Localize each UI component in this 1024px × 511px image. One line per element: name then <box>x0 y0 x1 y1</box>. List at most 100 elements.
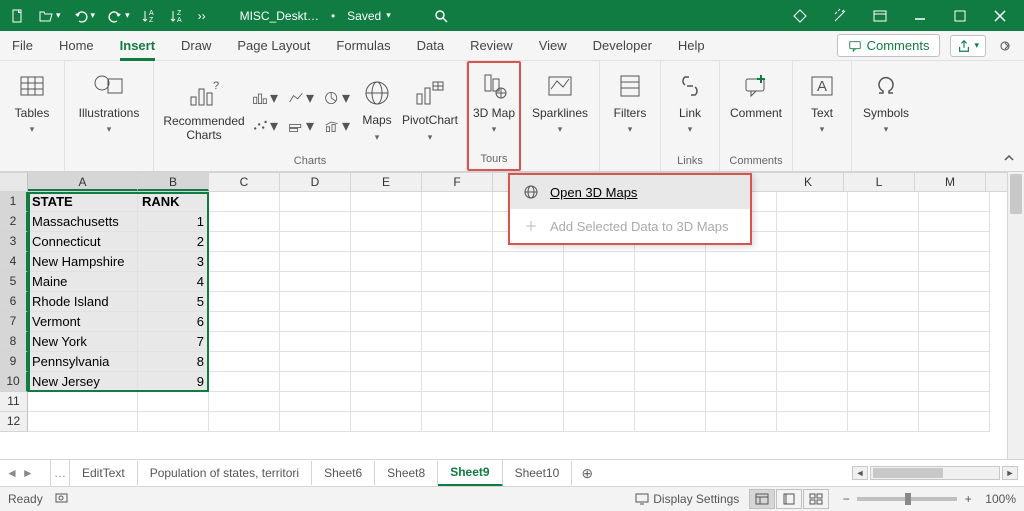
cell[interactable] <box>209 272 280 292</box>
tab-home[interactable]: Home <box>59 33 94 58</box>
cell[interactable] <box>777 372 848 392</box>
tab-formulas[interactable]: Formulas <box>336 33 390 58</box>
cell[interactable] <box>777 352 848 372</box>
cell[interactable] <box>706 412 777 432</box>
ribbon-display-icon[interactable] <box>862 0 898 31</box>
cell[interactable]: Vermont <box>28 312 138 332</box>
cell[interactable] <box>706 372 777 392</box>
sheet-tab[interactable]: Sheet8 <box>375 461 438 485</box>
cell[interactable] <box>848 392 919 412</box>
cell[interactable] <box>564 312 635 332</box>
cell[interactable] <box>351 332 422 352</box>
cell[interactable] <box>422 232 493 252</box>
normal-view-icon[interactable] <box>749 489 775 509</box>
3d-map-button[interactable]: 3D Map▾ <box>469 65 519 139</box>
cell[interactable] <box>848 332 919 352</box>
col-header[interactable]: B <box>138 173 209 191</box>
col-header[interactable]: F <box>422 173 493 191</box>
select-all-corner[interactable] <box>0 173 28 191</box>
cell[interactable] <box>209 412 280 432</box>
cell[interactable] <box>777 252 848 272</box>
cell[interactable]: 2 <box>138 232 209 252</box>
cell[interactable] <box>422 192 493 212</box>
cell[interactable] <box>706 252 777 272</box>
cell[interactable] <box>351 312 422 332</box>
more-qat-icon[interactable]: ›› <box>194 7 210 25</box>
cell[interactable] <box>919 392 990 412</box>
sheet-tab[interactable]: Population of states, territori <box>138 461 312 485</box>
cell[interactable] <box>280 272 351 292</box>
cell[interactable] <box>777 272 848 292</box>
cell[interactable] <box>422 252 493 272</box>
sheet-tab[interactable]: Sheet10 <box>503 461 573 485</box>
tab-page-layout[interactable]: Page Layout <box>237 33 310 58</box>
maps-button[interactable]: Maps▾ <box>354 72 400 146</box>
cell[interactable] <box>280 212 351 232</box>
cell[interactable] <box>280 292 351 312</box>
cell[interactable] <box>706 332 777 352</box>
cell[interactable] <box>422 332 493 352</box>
sparklines-button[interactable]: Sparklines▾ <box>527 65 593 139</box>
minimize-icon[interactable] <box>902 0 938 31</box>
cell[interactable] <box>777 412 848 432</box>
cell[interactable] <box>493 352 564 372</box>
page-layout-view-icon[interactable] <box>776 489 802 509</box>
tab-file[interactable]: File <box>12 33 33 58</box>
cell[interactable] <box>422 412 493 432</box>
cell[interactable]: 7 <box>138 332 209 352</box>
cell[interactable] <box>422 352 493 372</box>
sheet-tab[interactable]: Sheet6 <box>312 461 375 485</box>
cell[interactable] <box>28 412 138 432</box>
col-header[interactable]: C <box>209 173 280 191</box>
sheet-tab[interactable]: Sheet9 <box>438 460 502 487</box>
cell[interactable] <box>919 352 990 372</box>
close-icon[interactable] <box>982 0 1018 31</box>
cell[interactable]: Pennsylvania <box>28 352 138 372</box>
cell[interactable] <box>635 312 706 332</box>
cell[interactable] <box>848 272 919 292</box>
cell[interactable] <box>919 312 990 332</box>
cell[interactable] <box>635 332 706 352</box>
cell[interactable]: New York <box>28 332 138 352</box>
tab-developer[interactable]: Developer <box>593 33 652 58</box>
row-header[interactable]: 4 <box>0 252 28 272</box>
tab-data[interactable]: Data <box>417 33 444 58</box>
row-header[interactable]: 2 <box>0 212 28 232</box>
row-header[interactable]: 12 <box>0 412 28 432</box>
sheet-nav-next-icon[interactable]: ► <box>22 466 34 480</box>
cell[interactable] <box>280 252 351 272</box>
scatter-chart-icon[interactable]: ▾ <box>252 115 278 137</box>
line-chart-icon[interactable]: ▾ <box>288 87 314 109</box>
cell[interactable] <box>351 292 422 312</box>
cell[interactable] <box>422 212 493 232</box>
cell[interactable] <box>635 272 706 292</box>
cell[interactable] <box>493 252 564 272</box>
tab-view[interactable]: View <box>539 33 567 58</box>
cell[interactable] <box>209 212 280 232</box>
cell[interactable] <box>422 372 493 392</box>
zoom-slider[interactable]: − + <box>839 492 975 506</box>
add-sheet-icon[interactable]: ⊕ <box>572 465 602 482</box>
cell[interactable] <box>919 412 990 432</box>
zoom-in-icon[interactable]: + <box>961 492 975 506</box>
cell[interactable]: 6 <box>138 312 209 332</box>
cell[interactable] <box>848 412 919 432</box>
cell[interactable] <box>280 332 351 352</box>
cell[interactable] <box>209 352 280 372</box>
tab-insert[interactable]: Insert <box>120 33 155 61</box>
cell[interactable] <box>209 232 280 252</box>
cell[interactable] <box>280 352 351 372</box>
cell[interactable] <box>777 392 848 412</box>
tab-help[interactable]: Help <box>678 33 705 58</box>
cell[interactable] <box>564 292 635 312</box>
cell[interactable] <box>848 312 919 332</box>
cell[interactable] <box>848 192 919 212</box>
combo-chart-icon[interactable]: ▾ <box>324 115 350 137</box>
cell[interactable] <box>138 392 209 412</box>
cell[interactable] <box>919 212 990 232</box>
cell[interactable] <box>209 372 280 392</box>
zoom-out-icon[interactable]: − <box>839 492 853 506</box>
cell[interactable] <box>351 352 422 372</box>
cell[interactable] <box>280 192 351 212</box>
cell[interactable]: 4 <box>138 272 209 292</box>
